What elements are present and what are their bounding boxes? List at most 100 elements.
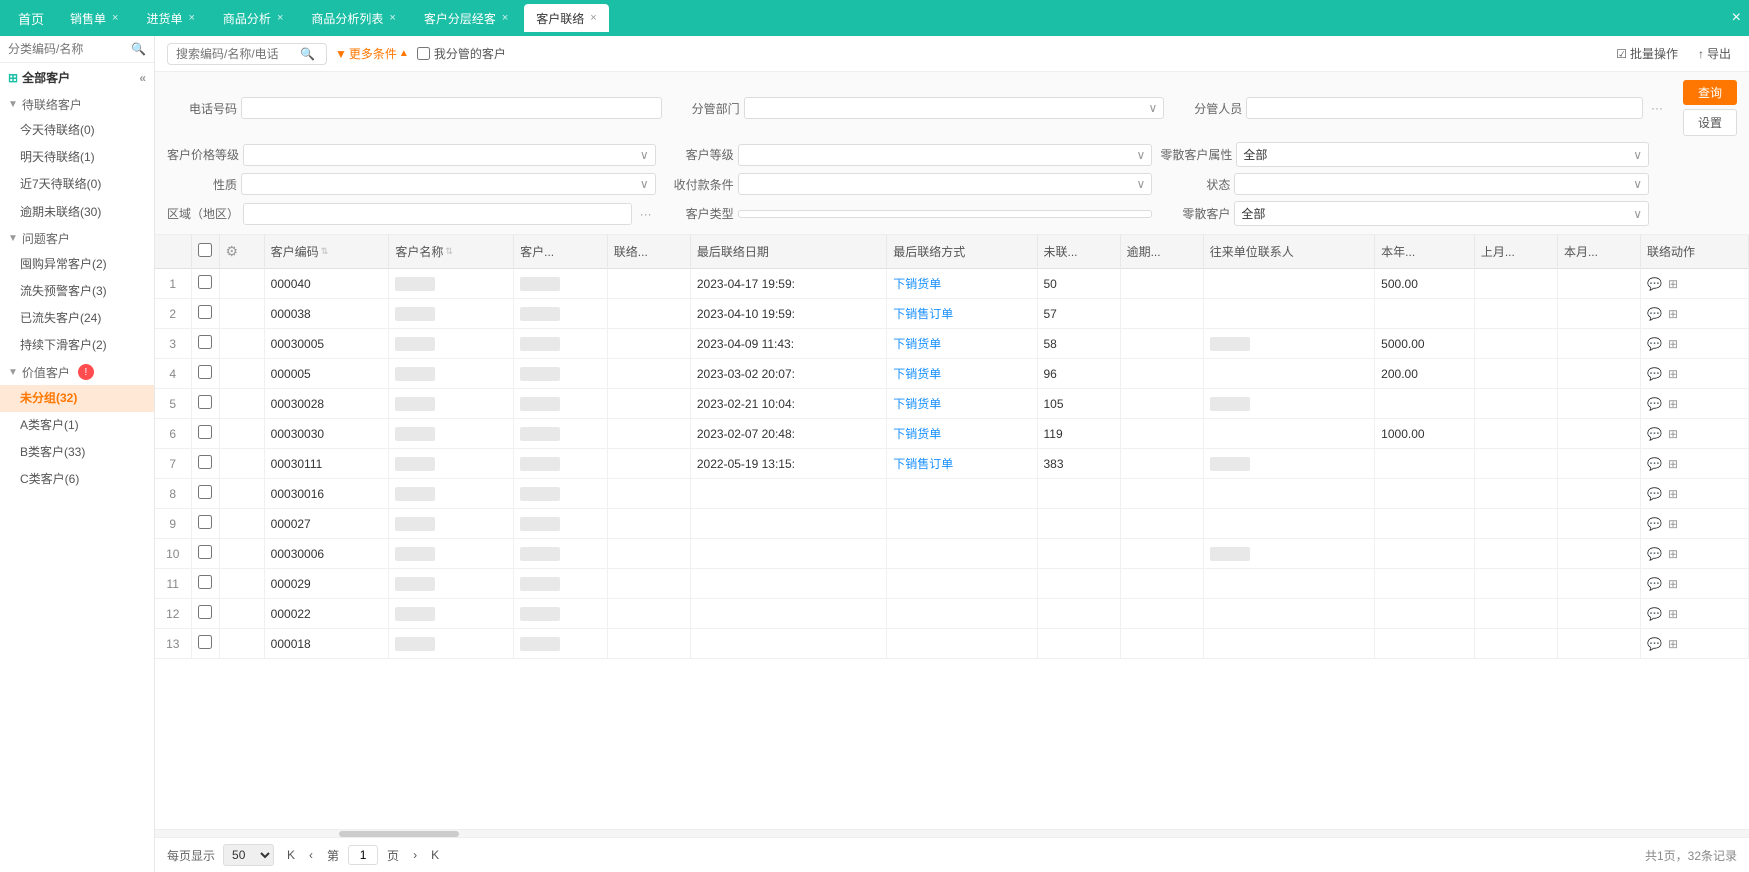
scrollbar-thumb[interactable] xyxy=(339,831,459,837)
home-tab[interactable]: 首页 xyxy=(8,9,54,28)
action-chat-icon[interactable]: 💬 xyxy=(1647,427,1662,441)
phone-input[interactable] xyxy=(241,97,662,119)
sidebar-collapse-icon[interactable]: « xyxy=(139,71,146,85)
batch-op-button[interactable]: ☑ 批量操作 xyxy=(1610,42,1684,65)
tab-purchase[interactable]: 进货单 × xyxy=(134,4,206,32)
action-chat-icon[interactable]: 💬 xyxy=(1647,577,1662,591)
sidebar-group-waiting[interactable]: ▼ 待联络客户 xyxy=(0,92,154,117)
export-button[interactable]: ↑ 导出 xyxy=(1692,42,1737,65)
action-grid-icon[interactable]: ⊞ xyxy=(1668,337,1678,351)
sidebar-item-overdue[interactable]: 逾期未联络(30) xyxy=(0,199,154,226)
tab-sales[interactable]: 销售单 × xyxy=(58,4,130,32)
row-checkbox[interactable] xyxy=(198,635,212,649)
last-method-link[interactable]: 下销货单 xyxy=(893,367,941,381)
last-page-button[interactable]: K xyxy=(426,846,444,864)
dept-select[interactable]: ∨ xyxy=(744,97,1165,119)
sidebar-item-ungrouped[interactable]: 未分组(32) xyxy=(0,385,154,412)
sidebar-item-7days[interactable]: 近7天待联络(0) xyxy=(0,171,154,198)
main-search-input[interactable] xyxy=(176,47,296,61)
close-customer-tier-icon[interactable]: × xyxy=(502,12,508,24)
action-grid-icon[interactable]: ⊞ xyxy=(1668,547,1678,561)
sidebar-group-problem[interactable]: ▼ 问题客户 xyxy=(0,226,154,251)
region-more-icon[interactable]: ··· xyxy=(636,207,656,221)
manager-input[interactable] xyxy=(1246,97,1643,119)
action-chat-icon[interactable]: 💬 xyxy=(1647,547,1662,561)
last-method-link[interactable]: 下销货单 xyxy=(893,337,941,351)
row-checkbox[interactable] xyxy=(198,515,212,529)
tab-customer-contact[interactable]: 客户联络 × xyxy=(524,4,608,32)
sidebar-item-hoarding[interactable]: 囤购异常客户(2) xyxy=(0,251,154,278)
close-purchase-icon[interactable]: × xyxy=(188,12,194,24)
horizontal-scrollbar[interactable] xyxy=(155,829,1749,837)
close-all-button[interactable]: × xyxy=(1732,9,1741,27)
action-chat-icon[interactable]: 💬 xyxy=(1647,637,1662,651)
last-method-link[interactable]: 下销售订单 xyxy=(893,457,953,471)
sidebar-search-input[interactable] xyxy=(8,42,127,56)
nature-select[interactable]: ∨ xyxy=(241,173,656,195)
action-grid-icon[interactable]: ⊞ xyxy=(1668,637,1678,651)
action-chat-icon[interactable]: 💬 xyxy=(1647,487,1662,501)
row-checkbox[interactable] xyxy=(198,395,212,409)
last-method-link[interactable]: 下销货单 xyxy=(893,427,941,441)
action-grid-icon[interactable]: ⊞ xyxy=(1668,277,1678,291)
action-chat-icon[interactable]: 💬 xyxy=(1647,397,1662,411)
sidebar-item-churn-warning[interactable]: 流失预警客户(3) xyxy=(0,278,154,305)
action-chat-icon[interactable]: 💬 xyxy=(1647,367,1662,381)
close-analysis-icon[interactable]: × xyxy=(277,12,283,24)
close-customer-contact-icon[interactable]: × xyxy=(590,12,596,24)
action-grid-icon[interactable]: ⊞ xyxy=(1668,307,1678,321)
action-grid-icon[interactable]: ⊞ xyxy=(1668,487,1678,501)
first-page-button[interactable]: K xyxy=(282,846,300,864)
sidebar-search-icon[interactable]: 🔍 xyxy=(131,42,146,56)
my-customers-checkbox[interactable]: 我分管的客户 xyxy=(417,45,506,62)
price-level-select[interactable]: ∨ xyxy=(243,144,656,166)
reset-button[interactable]: 设置 xyxy=(1683,109,1737,136)
sidebar-item-today[interactable]: 今天待联络(0) xyxy=(0,117,154,144)
page-input[interactable] xyxy=(348,845,378,865)
status-select[interactable]: ∨ xyxy=(1234,173,1649,195)
region-input[interactable] xyxy=(243,203,632,225)
more-conditions-button[interactable]: ▼ 更多条件 ▲ xyxy=(335,45,409,62)
page-size-select[interactable]: 50 10 20 100 xyxy=(223,844,274,866)
close-sales-icon[interactable]: × xyxy=(112,12,118,24)
action-grid-icon[interactable]: ⊞ xyxy=(1668,607,1678,621)
row-checkbox[interactable] xyxy=(198,425,212,439)
row-checkbox[interactable] xyxy=(198,335,212,349)
my-customers-check[interactable] xyxy=(417,47,430,60)
row-checkbox[interactable] xyxy=(198,605,212,619)
scatter-customer-select[interactable]: 全部 ∨ xyxy=(1234,201,1649,226)
col-settings[interactable]: ⚙ xyxy=(219,235,264,269)
action-grid-icon[interactable]: ⊞ xyxy=(1668,577,1678,591)
action-grid-icon[interactable]: ⊞ xyxy=(1668,367,1678,381)
sidebar-item-tomorrow[interactable]: 明天待联络(1) xyxy=(0,144,154,171)
manager-more-icon[interactable]: ··· xyxy=(1647,101,1667,115)
last-method-link[interactable]: 下销售订单 xyxy=(893,307,953,321)
action-grid-icon[interactable]: ⊞ xyxy=(1668,397,1678,411)
prev-page-button[interactable]: ‹ xyxy=(304,846,318,864)
row-checkbox[interactable] xyxy=(198,365,212,379)
tab-analysis-list[interactable]: 商品分析列表 × xyxy=(299,4,407,32)
action-chat-icon[interactable]: 💬 xyxy=(1647,277,1662,291)
row-checkbox[interactable] xyxy=(198,275,212,289)
action-grid-icon[interactable]: ⊞ xyxy=(1668,457,1678,471)
sidebar-item-lost[interactable]: 已流失客户(24) xyxy=(0,305,154,332)
action-grid-icon[interactable]: ⊞ xyxy=(1668,427,1678,441)
table-settings-icon[interactable]: ⚙ xyxy=(226,243,239,259)
customer-level-select[interactable]: ∨ xyxy=(738,144,1153,166)
sidebar-item-declining[interactable]: 持续下滑客户(2) xyxy=(0,332,154,359)
sidebar-item-class-b[interactable]: B类客户(33) xyxy=(0,439,154,466)
payment-select[interactable]: ∨ xyxy=(738,173,1153,195)
action-chat-icon[interactable]: 💬 xyxy=(1647,337,1662,351)
tab-customer-tier[interactable]: 客户分层经客 × xyxy=(412,4,520,32)
row-checkbox[interactable] xyxy=(198,305,212,319)
row-checkbox[interactable] xyxy=(198,575,212,589)
all-customers-header[interactable]: ⊞ 全部客户 « xyxy=(0,63,154,92)
last-method-link[interactable]: 下销货单 xyxy=(893,277,941,291)
action-chat-icon[interactable]: 💬 xyxy=(1647,607,1662,621)
action-chat-icon[interactable]: 💬 xyxy=(1647,457,1662,471)
sidebar-item-class-a[interactable]: A类客户(1) xyxy=(0,412,154,439)
search-button[interactable]: 查询 xyxy=(1683,80,1737,105)
main-search-icon[interactable]: 🔍 xyxy=(300,47,315,61)
row-checkbox[interactable] xyxy=(198,455,212,469)
action-chat-icon[interactable]: 💬 xyxy=(1647,517,1662,531)
